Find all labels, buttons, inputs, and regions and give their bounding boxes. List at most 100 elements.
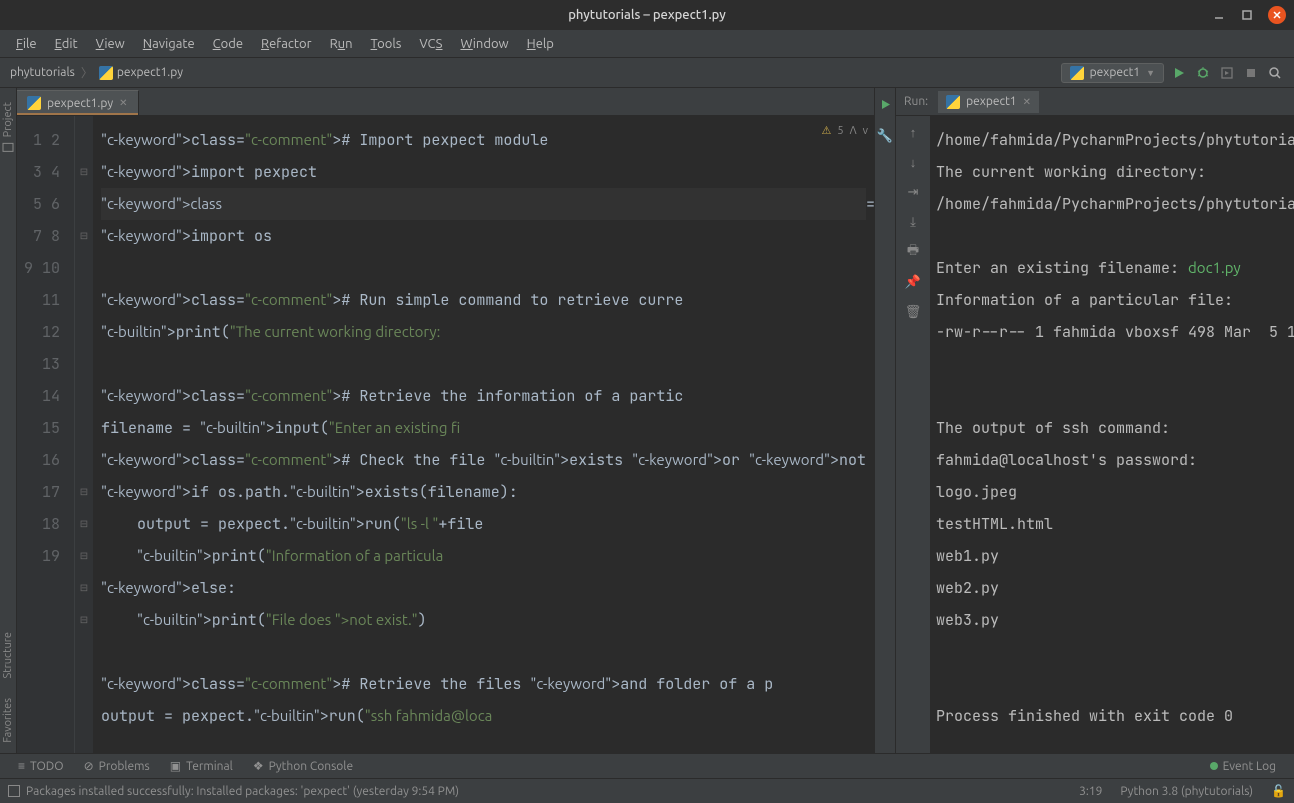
menu-tools[interactable]: Tools: [363, 34, 410, 54]
code-content[interactable]: "c-keyword">class="c-comment"># Import p…: [93, 116, 874, 753]
python-icon: [946, 95, 960, 109]
tool-window-bar: ≡ TODO ⊘ Problems ▣Terminal ❖ Python Consol…: [0, 753, 1294, 778]
toolwindow-problems[interactable]: ⊘ Problems: [74, 759, 160, 773]
menu-refactor[interactable]: Refactor: [253, 34, 320, 54]
menu-view[interactable]: View: [88, 34, 133, 54]
cursor-position[interactable]: 3:19: [1079, 785, 1102, 798]
breadcrumb-project[interactable]: phytutorials: [10, 66, 75, 79]
prev-highlight-icon[interactable]: ʌ: [850, 125, 857, 137]
editor-tabs: pexpect1.py ✕: [17, 88, 874, 116]
editor-side-toolbar: 🔧: [874, 88, 895, 753]
soft-wrap-icon[interactable]: ⇥: [903, 182, 923, 202]
sidebar-structure-button[interactable]: Structure: [0, 622, 16, 689]
up-stack-icon[interactable]: ↑: [903, 122, 923, 142]
event-indicator-icon: [1210, 762, 1218, 770]
problems-icon: ⊘: [84, 759, 94, 773]
python-file-icon: [27, 96, 41, 110]
run-config-label: pexpect1: [1090, 66, 1140, 79]
status-bar: Packages installed successfully: Install…: [0, 778, 1294, 803]
debug-button[interactable]: [1194, 64, 1212, 82]
main-area: Project Structure Favorites pexpect1.py …: [0, 88, 1294, 753]
print-icon[interactable]: 🖶: [903, 242, 923, 262]
sidebar-favorites-label: Favorites: [2, 698, 14, 743]
todo-icon: ≡: [18, 759, 25, 773]
breadcrumb: phytutorials 〉 pexpect1.py: [10, 64, 1061, 81]
maximize-button[interactable]: [1240, 8, 1254, 22]
sidebar-structure-label: Structure: [2, 632, 14, 679]
window-controls: [1212, 6, 1286, 24]
breadcrumb-file[interactable]: pexpect1.py: [99, 66, 183, 80]
eventlog-label: Event Log: [1223, 760, 1276, 773]
warning-count: 5: [837, 125, 843, 137]
chevron-down-icon: ▼: [1146, 68, 1155, 78]
clear-icon[interactable]: 🗑: [903, 302, 923, 322]
menu-vcs[interactable]: VCS: [411, 34, 450, 54]
breadcrumb-project-label: phytutorials: [10, 66, 75, 79]
sidebar-project-label: Project: [2, 102, 14, 137]
minimize-button[interactable]: [1212, 8, 1226, 22]
problems-label: Problems: [99, 760, 150, 773]
editor-pane: pexpect1.py ✕ ⚠ 5 ʌ v 1 2 3 4 5 6 7 8 9 …: [17, 88, 874, 753]
run-header-label: Run:: [904, 95, 928, 108]
editor-tab-label: pexpect1.py: [47, 97, 113, 110]
sidebar-favorites-button[interactable]: Favorites: [0, 688, 16, 753]
run-toolbar-primary: ↑ ↓ ⇥ ⤓ 🖶 📌 🗑: [896, 116, 930, 753]
window-title: phytutorials – pexpect1.py: [568, 8, 726, 22]
sidebar-project-button[interactable]: Project: [0, 92, 16, 163]
toolwindow-todo[interactable]: ≡ TODO: [8, 759, 74, 773]
close-button[interactable]: [1268, 6, 1286, 24]
down-stack-icon[interactable]: ↓: [903, 152, 923, 172]
warning-icon: ⚠: [822, 124, 832, 137]
pyconsole-icon: ❖: [253, 759, 264, 773]
next-highlight-icon[interactable]: v: [863, 125, 868, 137]
menu-file[interactable]: File: [8, 34, 45, 54]
run-tab-label: pexpect1: [966, 95, 1016, 108]
close-tab-icon[interactable]: ✕: [119, 97, 127, 109]
status-message: Packages installed successfully: Install…: [26, 785, 459, 798]
menu-help[interactable]: Help: [519, 34, 562, 54]
toolwindow-terminal[interactable]: ▣Terminal: [160, 759, 243, 773]
menu-run[interactable]: Run: [322, 34, 361, 54]
coverage-button[interactable]: [1218, 64, 1236, 82]
menu-edit[interactable]: Edit: [47, 34, 86, 54]
line-number-gutter: 1 2 3 4 5 6 7 8 9 10 11 12 13 14 15 16 1…: [17, 116, 75, 753]
navbar-right: pexpect1 ▼: [1061, 63, 1284, 83]
interpreter-selector[interactable]: Python 3.8 (phytutorials): [1120, 785, 1253, 798]
run-button[interactable]: [1170, 64, 1188, 82]
run-output[interactable]: /home/fahmida/PycharmProjects/phytutoria…: [930, 116, 1294, 753]
settings-icon[interactable]: 🔧: [875, 126, 895, 146]
run-tab[interactable]: pexpect1 ✕: [938, 91, 1039, 113]
toolwindow-pyconsole[interactable]: ❖ Python Console: [243, 759, 363, 773]
readonly-lock-icon[interactable]: 🔓: [1271, 784, 1286, 798]
menubar: File Edit View Navigate Code Refactor Ru…: [0, 30, 1294, 58]
run-body: ↑ ↓ ⇥ ⤓ 🖶 📌 🗑 /home/fahmida/PycharmProje…: [896, 116, 1294, 753]
titlebar: phytutorials – pexpect1.py: [0, 0, 1294, 30]
left-tool-gutter: Project Structure Favorites: [0, 88, 17, 753]
close-run-tab-icon[interactable]: ✕: [1023, 96, 1031, 108]
run-header: Run: pexpect1 ✕ ⚙ —: [896, 88, 1294, 116]
breadcrumb-sep-icon: 〉: [81, 64, 93, 81]
todo-label: TODO: [30, 760, 64, 773]
pin-icon[interactable]: 📌: [903, 272, 923, 292]
search-everywhere-button[interactable]: [1266, 64, 1284, 82]
menu-code[interactable]: Code: [205, 34, 251, 54]
editor-body[interactable]: ⚠ 5 ʌ v 1 2 3 4 5 6 7 8 9 10 11 12 13 14…: [17, 116, 874, 753]
scroll-end-icon[interactable]: ⤓: [903, 212, 923, 232]
inspection-badge[interactable]: ⚠ 5 ʌ v: [822, 124, 868, 137]
menu-navigate[interactable]: Navigate: [135, 34, 203, 54]
menu-window[interactable]: Window: [452, 34, 516, 54]
toolwindow-eventlog[interactable]: Event Log: [1200, 760, 1286, 773]
editor-tab-pexpect1[interactable]: pexpect1.py ✕: [17, 90, 139, 115]
python-icon: [1070, 66, 1084, 80]
fold-gutter: ⊟⊟⊟⊟⊟⊟⊟: [75, 116, 93, 753]
profile-button[interactable]: [1242, 64, 1260, 82]
status-toolwindow-icon[interactable]: [8, 785, 20, 797]
nav-toolbar: phytutorials 〉 pexpect1.py pexpect1 ▼: [0, 58, 1294, 88]
python-file-icon: [99, 66, 113, 80]
terminal-icon: ▣: [170, 759, 181, 773]
run-panel: Run: pexpect1 ✕ ⚙ — ↑ ↓ ⇥ ⤓ 🖶 📌 🗑 /home/…: [895, 88, 1294, 753]
pyconsole-label: Python Console: [269, 760, 354, 773]
run-config-selector[interactable]: pexpect1 ▼: [1061, 63, 1164, 83]
breadcrumb-file-label: pexpect1.py: [117, 66, 183, 79]
rerun-button[interactable]: [875, 94, 895, 114]
